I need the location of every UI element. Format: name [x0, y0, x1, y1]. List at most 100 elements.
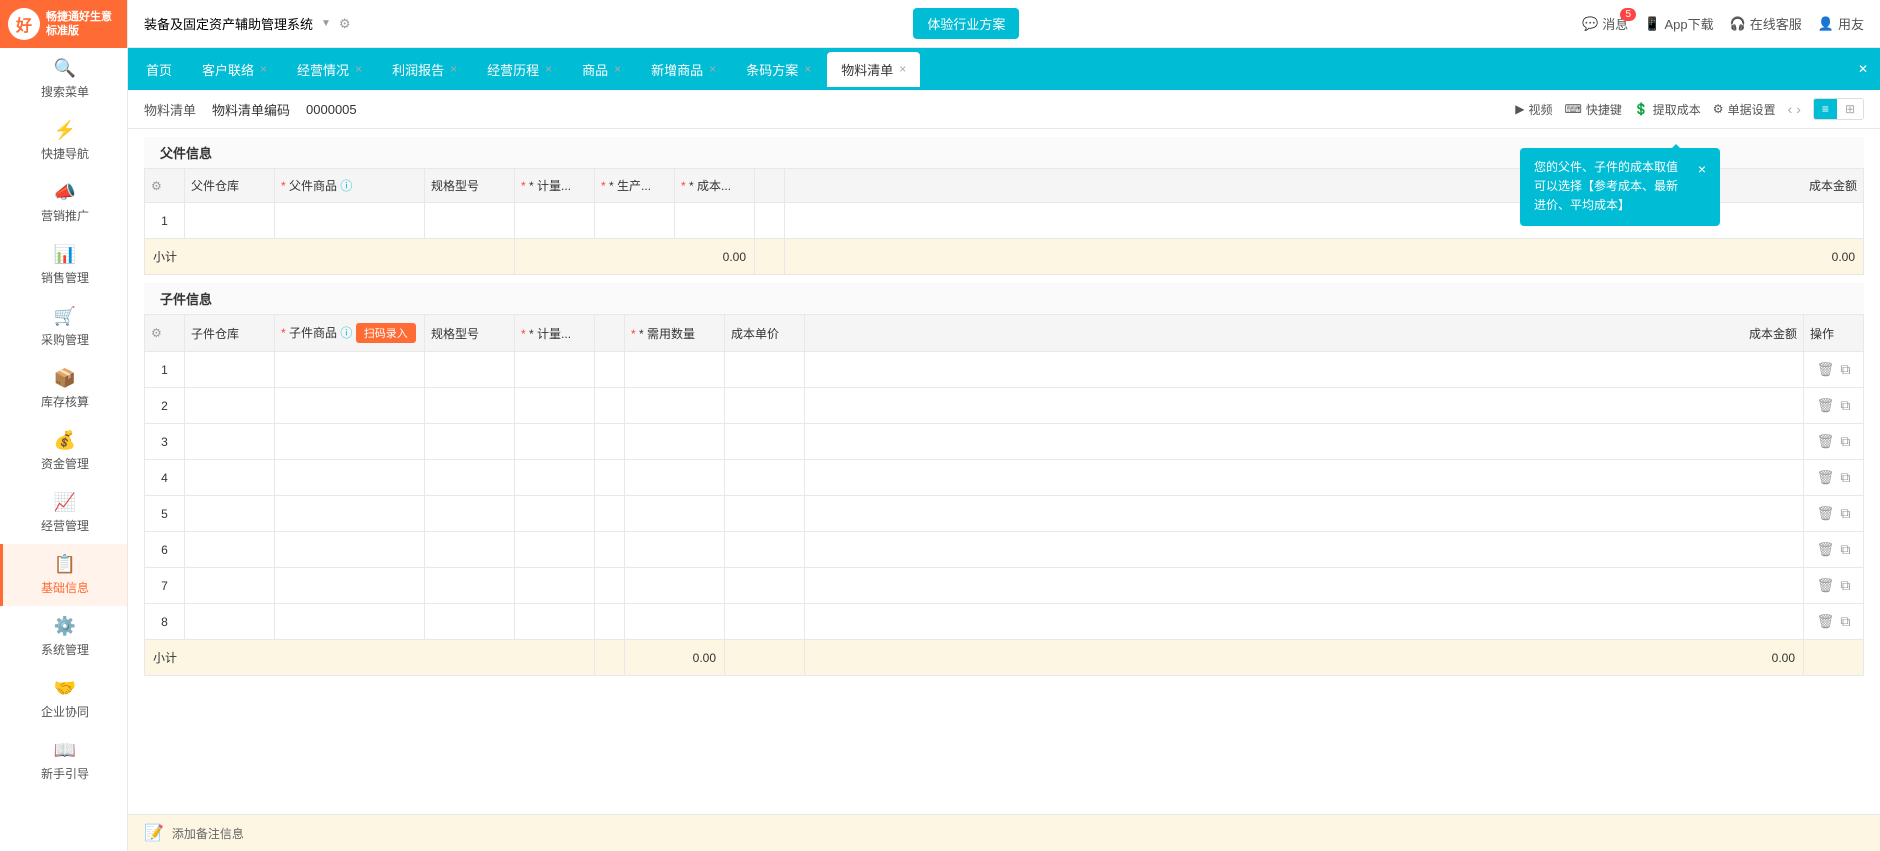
child-row-6-product[interactable] [275, 532, 425, 568]
child-row-3-amount[interactable] [805, 424, 1804, 460]
child-row-4-unit[interactable] [515, 460, 595, 496]
tab-operations-status[interactable]: 经营情况 × [283, 52, 376, 87]
child-row-1-amount[interactable] [805, 352, 1804, 388]
settings-icon[interactable]: ⚙ [339, 16, 351, 32]
parent-settings-gear[interactable]: ⚙ [151, 179, 162, 193]
child-row-4-product[interactable] [275, 460, 425, 496]
child-row-5-unit[interactable] [515, 496, 595, 532]
child-row-5-product[interactable] [275, 496, 425, 532]
child-row-5-amount[interactable] [805, 496, 1804, 532]
tab-ops-close[interactable]: × [355, 62, 362, 76]
child-qty-input-2[interactable] [625, 388, 724, 423]
child-spec-input-4[interactable] [425, 460, 514, 495]
child-row-8-unit[interactable] [515, 604, 595, 640]
child-row-7-warehouse[interactable] [185, 568, 275, 604]
child-product-input-7[interactable] [275, 568, 424, 603]
child-product-input-8[interactable] [275, 604, 424, 639]
child-row-8-delete-icon[interactable]: 🗑 [1817, 613, 1835, 630]
tab-home[interactable]: 首页 [132, 52, 186, 87]
child-row-8-qty[interactable] [625, 604, 725, 640]
tab-customer-close[interactable]: × [260, 62, 267, 76]
sidebar-item-sales[interactable]: 📊 销售管理 [0, 234, 127, 296]
child-unit-input-8[interactable] [515, 604, 594, 639]
child-row-2-product[interactable] [275, 388, 425, 424]
child-qty-input-1[interactable] [625, 352, 724, 387]
child-unit-input-6[interactable] [515, 532, 594, 567]
child-row-6-spec[interactable] [425, 532, 515, 568]
list-view-btn[interactable]: ≡ [1814, 99, 1837, 119]
parent-row-1-warehouse[interactable] [185, 203, 275, 239]
child-row-7-spec[interactable] [425, 568, 515, 604]
parent-cost-input-1[interactable] [675, 203, 754, 238]
parent-row-1-production[interactable] [595, 203, 675, 239]
child-unit-input-5[interactable] [515, 496, 594, 531]
child-row-3-unit-cost[interactable] [725, 424, 805, 460]
view-action[interactable]: ▶ 视频 [1515, 101, 1552, 118]
child-row-6-unit[interactable] [515, 532, 595, 568]
child-product-info-icon[interactable]: ⓘ [340, 326, 352, 340]
system-dropdown-arrow[interactable]: ▼ [321, 18, 331, 29]
shortcut-action[interactable]: ⌨ 快捷键 [1564, 101, 1621, 118]
child-amount-input-8[interactable] [805, 604, 1803, 639]
child-amount-input-1[interactable] [805, 352, 1803, 387]
child-unit-cost-input-3[interactable] [725, 424, 804, 459]
sidebar-item-system[interactable]: ⚙️ 系统管理 [0, 606, 127, 668]
sidebar-item-quick[interactable]: ⚡ 快捷导航 [0, 110, 127, 172]
child-row-4-warehouse[interactable] [185, 460, 275, 496]
child-unit-input-2[interactable] [515, 388, 594, 423]
tab-profit[interactable]: 利润报告 × [378, 52, 471, 87]
child-product-input-2[interactable] [275, 388, 424, 423]
child-unit-cost-input-6[interactable] [725, 532, 804, 567]
parent-row-1-unit[interactable] [515, 203, 595, 239]
child-spec-input-1[interactable] [425, 352, 514, 387]
child-row-4-delete-icon[interactable]: 🗑 [1817, 469, 1835, 486]
child-spec-input-3[interactable] [425, 424, 514, 459]
child-spec-input-5[interactable] [425, 496, 514, 531]
child-spec-input-6[interactable] [425, 532, 514, 567]
parent-spec-input-1[interactable] [425, 203, 514, 238]
child-product-input-3[interactable] [275, 424, 424, 459]
child-row-2-copy-icon[interactable]: ⧉ [1840, 397, 1850, 414]
child-product-input-6[interactable] [275, 532, 424, 567]
child-product-input-1[interactable] [275, 352, 424, 387]
child-amount-input-5[interactable] [805, 496, 1803, 531]
child-row-5-delete-icon[interactable]: 🗑 [1817, 505, 1835, 522]
message-item[interactable]: 💬 消息 5 [1582, 14, 1628, 33]
child-row-4-copy-icon[interactable]: ⧉ [1840, 469, 1850, 486]
child-row-3-spec[interactable] [425, 424, 515, 460]
trial-button[interactable]: 体验行业方案 [913, 8, 1019, 39]
sidebar-item-collaboration[interactable]: 🤝 企业协同 [0, 668, 127, 730]
child-row-5-copy-icon[interactable]: ⧉ [1840, 505, 1850, 522]
child-row-1-spec[interactable] [425, 352, 515, 388]
child-warehouse-input-2[interactable] [185, 388, 274, 423]
child-row-4-spec[interactable] [425, 460, 515, 496]
child-warehouse-input-5[interactable] [185, 496, 274, 531]
child-unit-cost-input-1[interactable] [725, 352, 804, 387]
sidebar-item-search[interactable]: 🔍 搜索菜单 [0, 48, 127, 110]
child-product-input-5[interactable] [275, 496, 424, 531]
child-amount-input-4[interactable] [805, 460, 1803, 495]
child-row-2-amount[interactable] [805, 388, 1804, 424]
child-warehouse-input-8[interactable] [185, 604, 274, 639]
child-row-1-warehouse[interactable] [185, 352, 275, 388]
child-row-2-warehouse[interactable] [185, 388, 275, 424]
child-unit-input-1[interactable] [515, 352, 594, 387]
child-row-3-qty[interactable] [625, 424, 725, 460]
child-unit-input-4[interactable] [515, 460, 594, 495]
child-row-6-amount[interactable] [805, 532, 1804, 568]
child-row-6-unit-cost[interactable] [725, 532, 805, 568]
child-qty-input-7[interactable] [625, 568, 724, 603]
child-row-5-warehouse[interactable] [185, 496, 275, 532]
child-product-input-4[interactable] [275, 460, 424, 495]
parent-product-input-1[interactable] [275, 203, 424, 238]
online-service-item[interactable]: 🎧 在线客服 [1730, 14, 1802, 33]
child-row-7-copy-icon[interactable]: ⧉ [1840, 577, 1850, 594]
child-row-3-product[interactable] [275, 424, 425, 460]
child-row-3-unit[interactable] [515, 424, 595, 460]
child-row-6-delete-icon[interactable]: 🗑 [1817, 541, 1835, 558]
child-amount-input-6[interactable] [805, 532, 1803, 567]
tab-bom-close[interactable]: × [899, 62, 906, 76]
parent-row-1-cost[interactable] [675, 203, 755, 239]
parent-row-1-product[interactable] [275, 203, 425, 239]
parent-production-input-1[interactable] [595, 203, 674, 238]
